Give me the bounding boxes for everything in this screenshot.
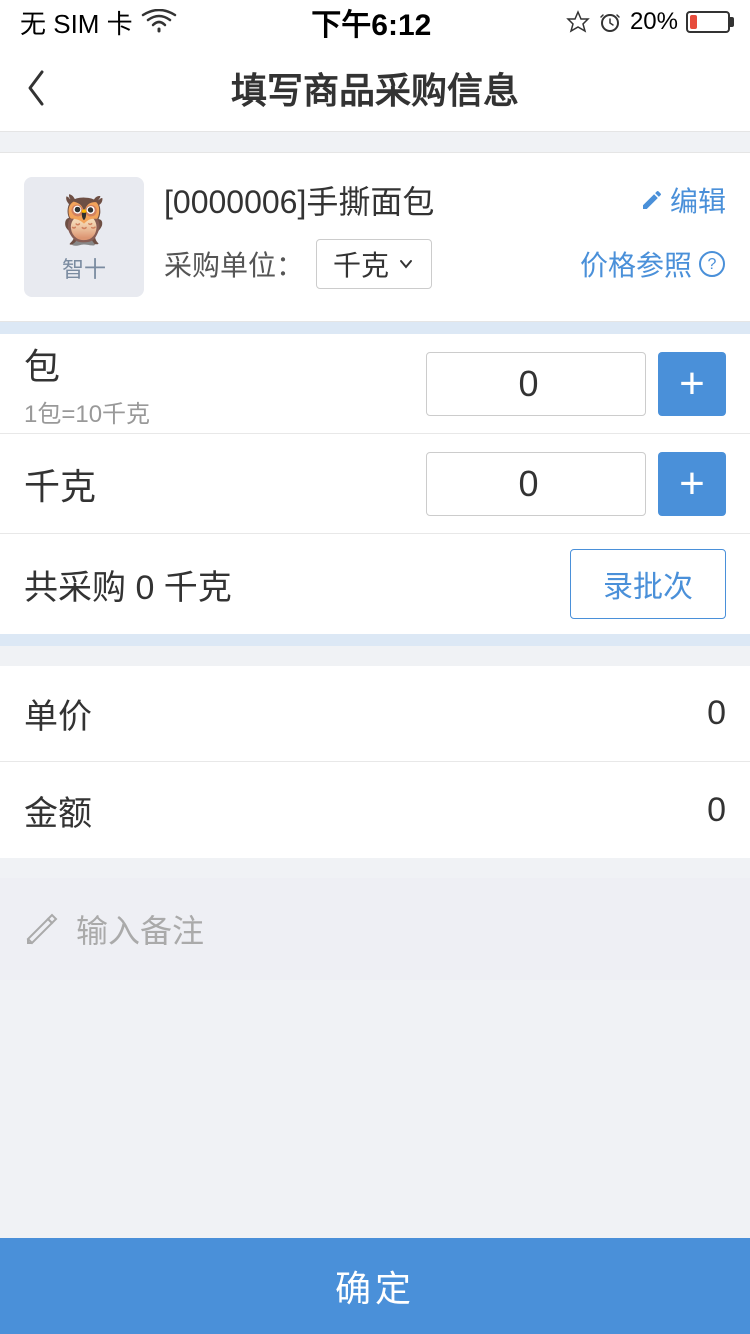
- kg-input-wrap: +: [184, 452, 726, 516]
- summary-text: 共采购 0 千克: [24, 560, 232, 609]
- unit-price-row: 单价 0: [0, 666, 750, 762]
- bao-sub-label: 1包=10千克: [24, 394, 184, 429]
- bao-label: 包: [24, 338, 184, 390]
- confirm-button[interactable]: 确定: [0, 1238, 750, 1334]
- bao-input-row: 包 1包=10千克 +: [0, 334, 750, 434]
- back-icon: [24, 68, 48, 108]
- page-title: 填写商品采购信息: [231, 62, 519, 114]
- section-divider-2: [0, 634, 750, 646]
- product-thumb-label: 智十: [62, 252, 106, 284]
- chevron-down-icon: [397, 255, 415, 273]
- battery-icon: [686, 11, 730, 33]
- status-left: 无 SIM 卡: [20, 4, 177, 41]
- edit-button[interactable]: 编辑: [640, 180, 726, 220]
- status-right: 20%: [566, 8, 730, 36]
- unit-value: 千克: [333, 244, 389, 284]
- kg-quantity-input[interactable]: [426, 452, 646, 516]
- unit-label: 采购单位：: [164, 244, 304, 284]
- sim-status: 无 SIM 卡: [20, 4, 133, 41]
- unit-selector[interactable]: 千克: [316, 239, 432, 289]
- bao-label-group: 包 1包=10千克: [24, 338, 184, 429]
- kg-label-group: 千克: [24, 458, 184, 510]
- batch-record-button[interactable]: 录批次: [570, 549, 726, 619]
- price-ref-label: 价格参照: [580, 244, 692, 284]
- location-icon: [566, 10, 590, 34]
- product-name: [0000006]手撕面包: [164, 177, 434, 223]
- battery-percent: 20%: [630, 8, 678, 36]
- product-unit-row: 采购单位： 千克 价格参照 ?: [164, 239, 726, 289]
- price-section: 单价 0 金额 0: [0, 666, 750, 858]
- kg-plus-button[interactable]: +: [658, 452, 726, 516]
- unit-price-value: 0: [707, 694, 726, 733]
- edit-label: 编辑: [670, 180, 726, 220]
- amount-label: 金额: [24, 786, 92, 835]
- svg-text:?: ?: [708, 256, 717, 273]
- alarm-icon: [598, 10, 622, 34]
- back-button[interactable]: [24, 68, 58, 108]
- kg-input-row: 千克 +: [0, 434, 750, 534]
- help-icon: ?: [698, 250, 726, 278]
- status-bar: 无 SIM 卡 下午6:12 20%: [0, 0, 750, 44]
- batch-btn-label: 录批次: [603, 571, 693, 604]
- amount-row: 金额 0: [0, 762, 750, 858]
- confirm-label: 确定: [335, 1260, 415, 1312]
- pencil-icon: [24, 911, 60, 947]
- content-spacer: [0, 980, 750, 1260]
- amount-value: 0: [707, 791, 726, 830]
- remark-placeholder: 输入备注: [76, 906, 204, 952]
- remark-section[interactable]: 输入备注: [0, 878, 750, 980]
- product-thumb-icon: 🦉: [54, 191, 114, 248]
- quantity-input-section: 包 1包=10千克 + 千克 + 共采购 0 千克 录批次: [0, 334, 750, 634]
- bao-input-wrap: +: [184, 352, 726, 416]
- price-ref-button[interactable]: 价格参照 ?: [580, 244, 726, 284]
- status-time: 下午6:12: [311, 0, 431, 44]
- section-divider-1: [0, 322, 750, 334]
- product-header: [0000006]手撕面包 编辑: [164, 177, 726, 223]
- unit-price-label: 单价: [24, 689, 92, 738]
- wifi-icon: [141, 9, 177, 35]
- bao-plus-button[interactable]: +: [658, 352, 726, 416]
- kg-label: 千克: [24, 458, 184, 510]
- edit-icon: [640, 188, 664, 212]
- product-card: 🦉 智十 [0000006]手撕面包 编辑 采购单位： 千克: [0, 152, 750, 322]
- nav-bar: 填写商品采购信息: [0, 44, 750, 132]
- product-info: [0000006]手撕面包 编辑 采购单位： 千克 价格参照: [164, 177, 726, 289]
- product-thumbnail: 🦉 智十: [24, 177, 144, 297]
- summary-row: 共采购 0 千克 录批次: [0, 534, 750, 634]
- bao-quantity-input[interactable]: [426, 352, 646, 416]
